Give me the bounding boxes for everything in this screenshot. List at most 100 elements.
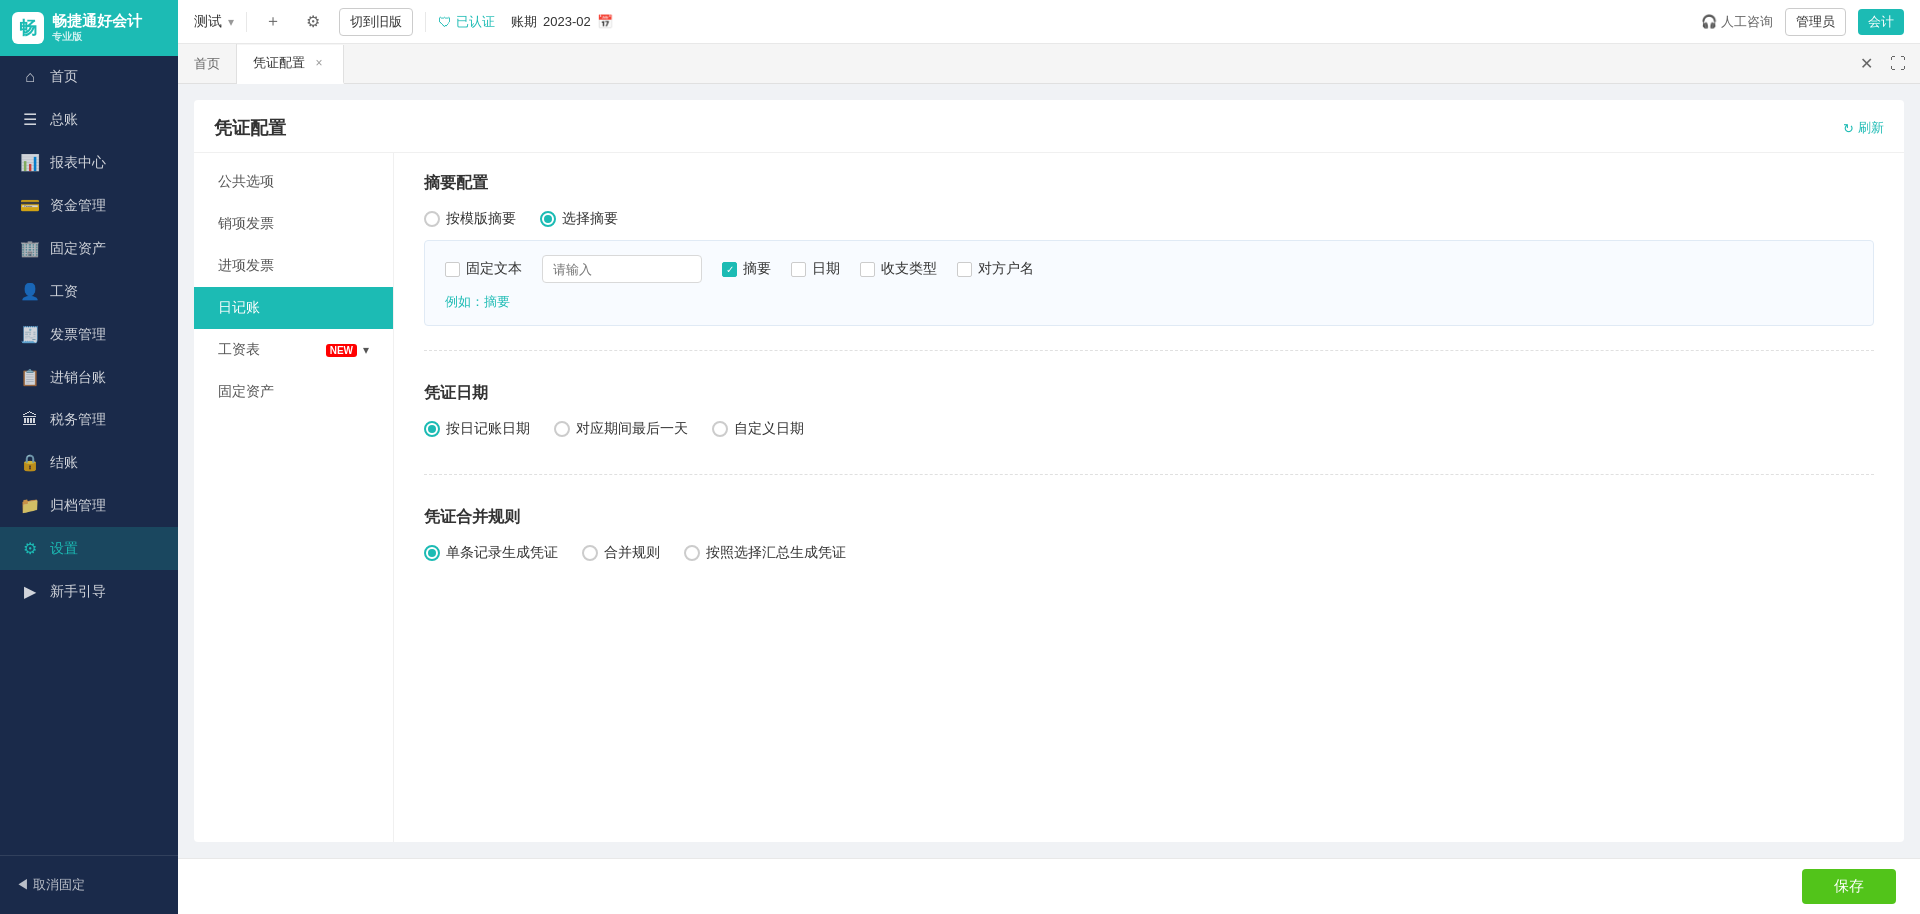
- merge-rule-option[interactable]: 合并规则: [582, 544, 660, 562]
- refresh-icon: ↻: [1843, 121, 1854, 136]
- left-nav-purchase[interactable]: 进项发票: [194, 245, 393, 287]
- sidebar-item-label: 资金管理: [50, 197, 106, 215]
- summary-template-option[interactable]: 按模版摘要: [424, 210, 516, 228]
- journal-date-option[interactable]: 按日记账日期: [424, 420, 530, 438]
- left-nav-public[interactable]: 公共选项: [194, 161, 393, 203]
- sidebar-item-archive[interactable]: 📁 归档管理: [0, 484, 178, 527]
- left-nav-sales-label: 销项发票: [218, 215, 274, 233]
- counterparty-option[interactable]: 对方户名: [957, 260, 1034, 278]
- sidebar-item-invoice[interactable]: 🧾 发票管理: [0, 313, 178, 356]
- journal-date-radio[interactable]: [424, 421, 440, 437]
- service-button[interactable]: 🎧 人工咨询: [1701, 13, 1773, 31]
- main-area: 测试 ▾ ＋ ⚙ 切到旧版 🛡 已认证 账期 2023-02 📅 🎧 人工咨询 …: [178, 0, 1920, 914]
- project-chevron-icon: ▾: [228, 15, 234, 29]
- merge-radio-group: 单条记录生成凭证 合并规则 按照选择汇总生成凭证: [424, 544, 1874, 562]
- left-nav-fixed-asset[interactable]: 固定资产: [194, 371, 393, 413]
- sidebar-item-label: 归档管理: [50, 497, 106, 515]
- merge-section: 凭证合并规则 单条记录生成凭证 合并规则: [424, 507, 1874, 598]
- user-button[interactable]: 管理员: [1785, 8, 1846, 36]
- summary-option[interactable]: ✓ 摘要: [722, 260, 771, 278]
- income-type-checkbox[interactable]: [860, 262, 875, 277]
- asset-icon: 🏢: [20, 239, 40, 258]
- summary-select-radio[interactable]: [540, 211, 556, 227]
- merge-rule-radio[interactable]: [582, 545, 598, 561]
- sidebar-item-settings[interactable]: ⚙ 设置: [0, 527, 178, 570]
- date-label: 日期: [812, 260, 840, 278]
- sidebar-item-inout[interactable]: 📋 进销台账: [0, 356, 178, 399]
- summary-select-label: 选择摘要: [562, 210, 618, 228]
- left-nav-payroll[interactable]: 工资表 NEW ▾: [194, 329, 393, 371]
- select-summary-option[interactable]: 按照选择汇总生成凭证: [684, 544, 846, 562]
- custom-date-option[interactable]: 自定义日期: [712, 420, 804, 438]
- page-title: 凭证配置: [214, 116, 286, 140]
- invoice-icon: 🧾: [20, 325, 40, 344]
- fixed-text-label: 固定文本: [466, 260, 522, 278]
- tab-voucher-label: 凭证配置: [253, 54, 305, 72]
- left-nav-fixed-asset-label: 固定资产: [218, 383, 274, 401]
- tabbar-actions: ✕ ⛶: [1852, 50, 1920, 78]
- sidebar-item-label: 工资: [50, 283, 78, 301]
- save-button[interactable]: 保存: [1802, 869, 1896, 904]
- left-nav-journal[interactable]: 日记账: [194, 287, 393, 329]
- sidebar-item-guide[interactable]: ▶ 新手引导: [0, 570, 178, 613]
- left-nav-sales[interactable]: 销项发票: [194, 203, 393, 245]
- page-header: 凭证配置 ↻ 刷新: [194, 100, 1904, 153]
- period-last-option[interactable]: 对应期间最后一天: [554, 420, 688, 438]
- logo-subtitle: 专业版: [52, 30, 142, 44]
- switch-old-version-button[interactable]: 切到旧版: [339, 8, 413, 36]
- fixed-text-checkbox[interactable]: [445, 262, 460, 277]
- summary-template-radio[interactable]: [424, 211, 440, 227]
- settings-top-button[interactable]: ⚙: [299, 8, 327, 36]
- role-button[interactable]: 会计: [1858, 9, 1904, 35]
- fixed-text-option[interactable]: 固定文本: [445, 260, 522, 278]
- income-type-option[interactable]: 收支类型: [860, 260, 937, 278]
- tab-voucher-config[interactable]: 凭证配置 ×: [237, 45, 344, 84]
- sidebar-item-fund[interactable]: 💳 资金管理: [0, 184, 178, 227]
- topbar: 测试 ▾ ＋ ⚙ 切到旧版 🛡 已认证 账期 2023-02 📅 🎧 人工咨询 …: [178, 0, 1920, 44]
- calendar-icon[interactable]: 📅: [597, 14, 613, 29]
- sidebar-item-home[interactable]: ⌂ 首页: [0, 56, 178, 98]
- tab-home-label: 首页: [194, 55, 220, 73]
- cancel-fixed-button[interactable]: ◀ 取消固定: [0, 866, 178, 904]
- project-selector[interactable]: 测试 ▾: [194, 13, 234, 31]
- date-option[interactable]: 日期: [791, 260, 840, 278]
- sidebar-item-salary[interactable]: 👤 工资: [0, 270, 178, 313]
- summary-checkbox-row: 固定文本 ✓ 摘要 日期: [445, 255, 1853, 283]
- summary-checkbox[interactable]: ✓: [722, 262, 737, 277]
- summary-radio-group: 按模版摘要 选择摘要: [424, 210, 1874, 228]
- tax-icon: 🏛: [20, 411, 40, 429]
- summary-select-option[interactable]: 选择摘要: [540, 210, 618, 228]
- date-checkbox[interactable]: [791, 262, 806, 277]
- custom-date-radio[interactable]: [712, 421, 728, 437]
- fixed-text-input[interactable]: [542, 255, 702, 283]
- add-button[interactable]: ＋: [259, 8, 287, 36]
- sidebar-item-label: 设置: [50, 540, 78, 558]
- tab-fullscreen-button[interactable]: ⛶: [1884, 50, 1912, 78]
- merge-rule-label: 合并规则: [604, 544, 660, 562]
- sidebar-item-tax[interactable]: 🏛 税务管理: [0, 399, 178, 441]
- period-last-radio[interactable]: [554, 421, 570, 437]
- sidebar-item-report[interactable]: 📊 报表中心: [0, 141, 178, 184]
- sidebar-item-ledger[interactable]: ☰ 总账: [0, 98, 178, 141]
- refresh-label: 刷新: [1858, 119, 1884, 137]
- single-record-radio[interactable]: [424, 545, 440, 561]
- sidebar-item-close[interactable]: 🔒 结账: [0, 441, 178, 484]
- project-name: 测试: [194, 13, 222, 31]
- refresh-button[interactable]: ↻ 刷新: [1843, 119, 1884, 137]
- tab-close-icon[interactable]: ×: [311, 55, 327, 71]
- topbar-right: 🎧 人工咨询 管理员 会计: [1701, 8, 1904, 36]
- tab-close-window-button[interactable]: ✕: [1852, 50, 1880, 78]
- select-summary-radio[interactable]: [684, 545, 700, 561]
- page-card: 凭证配置 ↻ 刷新 公共选项 销项发票: [194, 100, 1904, 842]
- archive-icon: 📁: [20, 496, 40, 515]
- settings-icon: ⚙: [20, 539, 40, 558]
- single-record-option[interactable]: 单条记录生成凭证: [424, 544, 558, 562]
- sidebar-item-asset[interactable]: 🏢 固定资产: [0, 227, 178, 270]
- period-last-label: 对应期间最后一天: [576, 420, 688, 438]
- salary-icon: 👤: [20, 282, 40, 301]
- date-section-title: 凭证日期: [424, 383, 1874, 404]
- counterparty-checkbox[interactable]: [957, 262, 972, 277]
- sidebar-item-label: 总账: [50, 111, 78, 129]
- tab-home[interactable]: 首页: [178, 44, 237, 83]
- shield-icon: 🛡: [438, 14, 452, 30]
